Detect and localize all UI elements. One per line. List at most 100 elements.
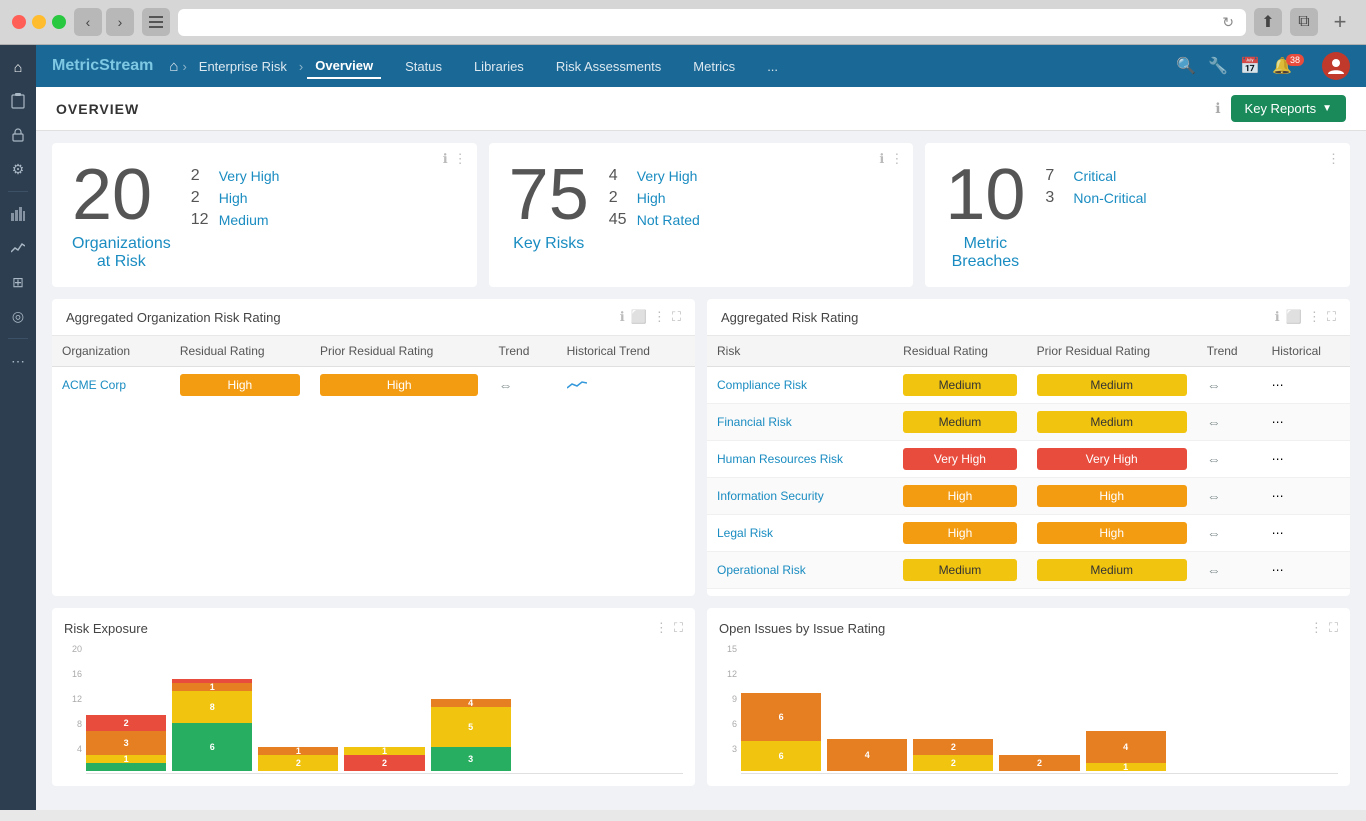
orgs-high-label[interactable]: High — [219, 190, 248, 206]
key-risks-label: Key Risks — [509, 235, 589, 253]
nav-libraries[interactable]: Libraries — [466, 55, 532, 78]
org-table-menu-icon[interactable]: ⋮ — [653, 309, 666, 325]
top-nav: MetricStream ⌂ › Enterprise Risk › Overv… — [36, 45, 1366, 87]
back-button[interactable]: ‹ — [74, 8, 102, 36]
risk-exposure-y-axis: 20 16 12 8 4 — [64, 644, 84, 754]
org-table-expand-icon[interactable]: ⛶ — [672, 309, 681, 325]
orgs-at-risk-label: Organizations at Risk — [72, 235, 171, 271]
forward-button[interactable]: › — [106, 8, 134, 36]
bar-seg-may-green: 3 — [431, 747, 511, 771]
search-icon[interactable]: 🔍 — [1176, 56, 1196, 76]
orgs-menu-icon[interactable]: ⋮ — [454, 151, 467, 167]
operational-risk-link[interactable]: Operational Risk — [717, 563, 806, 577]
nav-overview[interactable]: Overview — [307, 54, 381, 79]
reload-icon[interactable]: ↻ — [1222, 14, 1234, 31]
orgs-medium-label[interactable]: Medium — [219, 212, 269, 228]
risk-exposure-expand-icon[interactable]: ⛶ — [674, 620, 683, 636]
home-nav-icon[interactable]: ⌂ — [169, 58, 178, 75]
acme-corp-link[interactable]: ACME Corp — [62, 378, 126, 392]
orgs-medium-item: 12 Medium — [191, 211, 280, 229]
main-panel: MetricStream ⌂ › Enterprise Risk › Overv… — [36, 45, 1366, 810]
agg-table-menu-icon[interactable]: ⋮ — [1308, 309, 1321, 325]
nav-more[interactable]: ... — [759, 55, 786, 78]
nav-enterprise-risk[interactable]: Enterprise Risk — [191, 55, 295, 78]
duplicate-button[interactable]: ⧉ — [1290, 8, 1318, 36]
oi-y-label-12: 12 — [719, 669, 739, 679]
bar-seg-mar-yellow: 2 — [258, 755, 338, 771]
user-avatar[interactable] — [1322, 52, 1350, 80]
notifications-icon[interactable]: 🔔38 — [1272, 56, 1310, 76]
legal-hist-icon: ⋯ — [1272, 526, 1284, 540]
oi-bar-seg-mar-orange: 2 — [913, 739, 993, 755]
sidebar-icon-line-chart[interactable] — [4, 234, 32, 262]
calendar-icon[interactable]: 📅 — [1240, 56, 1260, 76]
close-button[interactable] — [12, 15, 26, 29]
tools-icon[interactable]: 🔧 — [1208, 56, 1228, 76]
agg-table-scroll[interactable]: Risk Residual Rating Prior Residual Rati… — [707, 336, 1350, 596]
agg-table-expand-icon[interactable]: ⛶ — [1327, 309, 1336, 325]
url-bar[interactable]: ↻ — [178, 9, 1246, 36]
orgs-at-risk-card: ℹ ⋮ 20 Organizations at Risk — [52, 143, 477, 287]
orgs-high-count: 2 — [191, 189, 211, 207]
agg-risk-table-card: Aggregated Risk Rating ℹ ⬜ ⋮ ⛶ — [707, 299, 1350, 596]
nav-status[interactable]: Status — [397, 55, 450, 78]
page-info-icon[interactable]: ℹ — [1215, 100, 1220, 117]
browser-actions: ⬆ ⧉ + — [1254, 8, 1354, 36]
nav-metrics[interactable]: Metrics — [685, 55, 743, 78]
hr-risk-link[interactable]: Human Resources Risk — [717, 452, 843, 466]
open-issues-expand-icon[interactable]: ⛶ — [1329, 620, 1338, 636]
agg-table-header-row: Risk Residual Rating Prior Residual Rati… — [707, 336, 1350, 367]
sidebar-toggle-button[interactable] — [142, 8, 170, 36]
maximize-button[interactable] — [52, 15, 66, 29]
risks-menu-icon[interactable]: ⋮ — [890, 151, 903, 167]
breaches-non-critical-item: 3 Non-Critical — [1045, 189, 1146, 207]
orgs-info-icon[interactable]: ℹ — [443, 151, 448, 167]
oi-bar-seg-mar-yellow: 2 — [913, 755, 993, 771]
sidebar-icon-more[interactable]: ⋯ — [4, 347, 32, 375]
risks-high-label[interactable]: High — [637, 190, 666, 206]
org-table-info-icon[interactable]: ℹ — [620, 309, 625, 325]
breaches-stat-main: 10 Metric Breaches 7 Critical — [945, 159, 1330, 271]
breaches-non-critical-label[interactable]: Non-Critical — [1073, 190, 1146, 206]
sidebar-icon-chart[interactable] — [4, 200, 32, 228]
legal-risk-link[interactable]: Legal Risk — [717, 526, 773, 540]
operational-risk-cell: Operational Risk — [707, 552, 893, 589]
app-logo: MetricStream — [52, 57, 153, 75]
risks-very-high-label[interactable]: Very High — [637, 168, 698, 184]
sidebar-icon-lock[interactable] — [4, 121, 32, 149]
infosec-trend-cell: ⇔ — [1197, 478, 1262, 515]
sidebar-icon-grid[interactable]: ⊞ — [4, 268, 32, 296]
tables-row: Aggregated Organization Risk Rating ℹ ⬜ … — [52, 299, 1350, 596]
agg-table-info-icon[interactable]: ℹ — [1275, 309, 1280, 325]
share-button[interactable]: ⬆ — [1254, 8, 1282, 36]
new-tab-button[interactable]: + — [1326, 8, 1354, 36]
bar-stack-feb: 6 8 1 — [172, 679, 252, 771]
legal-hist-cell: ⋯ — [1262, 515, 1350, 552]
sidebar-icon-gear[interactable]: ⚙ — [4, 155, 32, 183]
risks-not-rated-label[interactable]: Not Rated — [637, 212, 700, 228]
open-issues-menu-icon[interactable]: ⋮ — [1310, 620, 1323, 636]
sidebar-icon-home[interactable]: ⌂ — [4, 53, 32, 81]
risks-info-icon[interactable]: ℹ — [879, 151, 884, 167]
risks-number-block: 75 Key Risks — [509, 159, 589, 253]
breaches-menu-icon[interactable]: ⋮ — [1327, 151, 1340, 167]
key-reports-button[interactable]: Key Reports ▼ — [1231, 95, 1346, 122]
agg-table-export-icon[interactable]: ⬜ — [1286, 309, 1302, 325]
infosec-risk-link[interactable]: Information Security — [717, 489, 824, 503]
bar-group-mar: 2 1 — [258, 747, 338, 771]
agg-col-risk: Risk — [707, 336, 893, 367]
table-row: Information Security High High ⇔ ⋯ — [707, 478, 1350, 515]
orgs-very-high-label[interactable]: Very High — [219, 168, 280, 184]
acme-residual-badge: High — [180, 374, 300, 396]
minimize-button[interactable] — [32, 15, 46, 29]
agg-col-prior: Prior Residual Rating — [1027, 336, 1197, 367]
sidebar-icon-target[interactable]: ◎ — [4, 302, 32, 330]
compliance-risk-link[interactable]: Compliance Risk — [717, 378, 807, 392]
org-col-header-prior: Prior Residual Rating — [310, 336, 489, 367]
sidebar-icon-clipboard[interactable] — [4, 87, 32, 115]
org-table-export-icon[interactable]: ⬜ — [631, 309, 647, 325]
financial-risk-link[interactable]: Financial Risk — [717, 415, 792, 429]
breaches-critical-label[interactable]: Critical — [1073, 168, 1116, 184]
nav-risk-assessments[interactable]: Risk Assessments — [548, 55, 669, 78]
risk-exposure-menu-icon[interactable]: ⋮ — [655, 620, 668, 636]
